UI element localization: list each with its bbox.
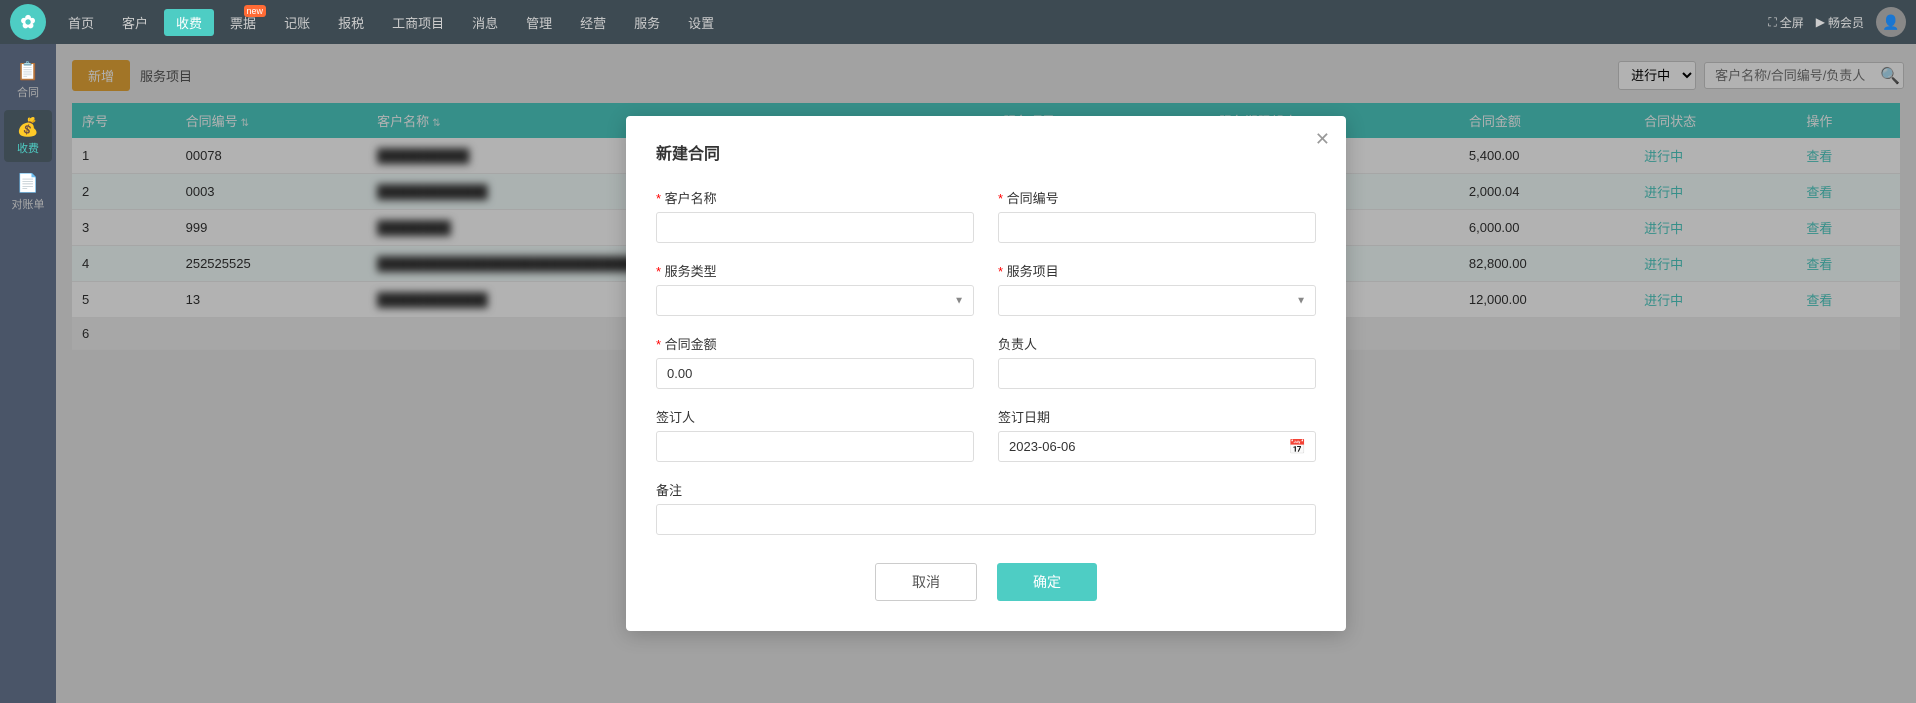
nav-item-business[interactable]: 工商项目: [380, 9, 456, 36]
app-logo: ✿: [10, 4, 46, 40]
nav-item-home[interactable]: 首页: [56, 9, 106, 36]
sidebar-item-statement[interactable]: 📄 对账单: [4, 166, 52, 218]
nav-item-tax[interactable]: 报税: [326, 9, 376, 36]
service-item-wrapper: [998, 285, 1316, 316]
field-contract-no: 合同编号: [998, 188, 1316, 243]
modal-title: 新建合同: [656, 140, 1316, 164]
nav-item-settings[interactable]: 设置: [676, 9, 726, 36]
vip-icon: ▶: [1816, 15, 1825, 29]
nav-item-manage[interactable]: 管理: [514, 9, 564, 36]
amount-label: 合同金额: [656, 334, 974, 353]
nav-item-operation[interactable]: 经营: [568, 9, 618, 36]
contract-no-input[interactable]: [998, 212, 1316, 243]
modal-footer: 取消 确定: [656, 563, 1316, 601]
avatar[interactable]: 👤: [1876, 7, 1906, 37]
fullscreen-icon: ⛶: [1768, 15, 1776, 30]
service-item-select[interactable]: [998, 285, 1316, 316]
top-navigation: ✿ 首页 客户 收费 票据 new 记账 报税 工商项目 消息 管理 经营 服务…: [0, 0, 1916, 44]
field-remark: 备注: [656, 480, 1316, 535]
service-type-wrapper: [656, 285, 974, 316]
remark-input[interactable]: [656, 504, 1316, 535]
sidebar-item-fee[interactable]: 💰 收费: [4, 110, 52, 162]
fullscreen-button[interactable]: ⛶ 全屏: [1768, 14, 1803, 31]
remark-label: 备注: [656, 480, 1316, 499]
field-amount: 合同金额: [656, 334, 974, 389]
nav-item-customer[interactable]: 客户: [110, 9, 160, 36]
customer-name-input[interactable]: [656, 212, 974, 243]
sidebar: 📋 合同 💰 收费 📄 对账单: [0, 44, 56, 703]
field-customer-name: 客户名称: [656, 188, 974, 243]
field-sign-date: 签订日期 📅: [998, 407, 1316, 462]
service-type-label: 服务类型: [656, 261, 974, 280]
responsible-label: 负责人: [998, 334, 1316, 353]
field-service-type: 服务类型: [656, 261, 974, 316]
modal-close-button[interactable]: ✕: [1315, 130, 1330, 148]
field-responsible: 负责人: [998, 334, 1316, 389]
main-layout: 📋 合同 💰 收费 📄 对账单 新增 服务项目 进行中 已完成 已终止: [0, 44, 1916, 703]
top-right-actions: ⛶ 全屏 ▶ 畅会员 👤: [1768, 7, 1906, 37]
nav-item-service[interactable]: 服务: [622, 9, 672, 36]
new-contract-modal: 新建合同 ✕ 客户名称 合同编号 服务类型: [626, 116, 1346, 631]
sign-date-label: 签订日期: [998, 407, 1316, 426]
sidebar-item-contract[interactable]: 📋 合同: [4, 54, 52, 106]
contract-no-label: 合同编号: [998, 188, 1316, 207]
signer-input[interactable]: [656, 431, 974, 462]
sign-date-input[interactable]: [998, 431, 1316, 462]
new-badge: new: [244, 5, 267, 17]
modal-overlay: 新建合同 ✕ 客户名称 合同编号 服务类型: [56, 44, 1916, 703]
nav-item-invoice[interactable]: 票据 new: [218, 9, 268, 36]
statement-icon: 📄: [17, 173, 39, 194]
field-signer: 签订人: [656, 407, 974, 462]
customer-name-label: 客户名称: [656, 188, 974, 207]
vip-button[interactable]: ▶ 畅会员: [1816, 14, 1864, 31]
nav-item-message[interactable]: 消息: [460, 9, 510, 36]
sign-date-wrapper: 📅: [998, 431, 1316, 462]
confirm-button[interactable]: 确定: [997, 563, 1097, 601]
signer-label: 签订人: [656, 407, 974, 426]
amount-input[interactable]: [656, 358, 974, 389]
nav-item-fee[interactable]: 收费: [164, 9, 214, 36]
contract-icon: 📋: [17, 61, 39, 82]
cancel-button[interactable]: 取消: [875, 563, 977, 601]
field-service-item: 服务项目: [998, 261, 1316, 316]
fee-icon: 💰: [17, 117, 39, 138]
service-item-label: 服务项目: [998, 261, 1316, 280]
nav-items: 首页 客户 收费 票据 new 记账 报税 工商项目 消息 管理 经营 服务 设…: [56, 9, 1768, 36]
content-area: 新增 服务项目 进行中 已完成 已终止 🔍 序号 合同编: [56, 44, 1916, 703]
form-grid: 客户名称 合同编号 服务类型: [656, 188, 1316, 535]
service-type-select[interactable]: [656, 285, 974, 316]
nav-item-accounting[interactable]: 记账: [272, 9, 322, 36]
responsible-input[interactable]: [998, 358, 1316, 389]
